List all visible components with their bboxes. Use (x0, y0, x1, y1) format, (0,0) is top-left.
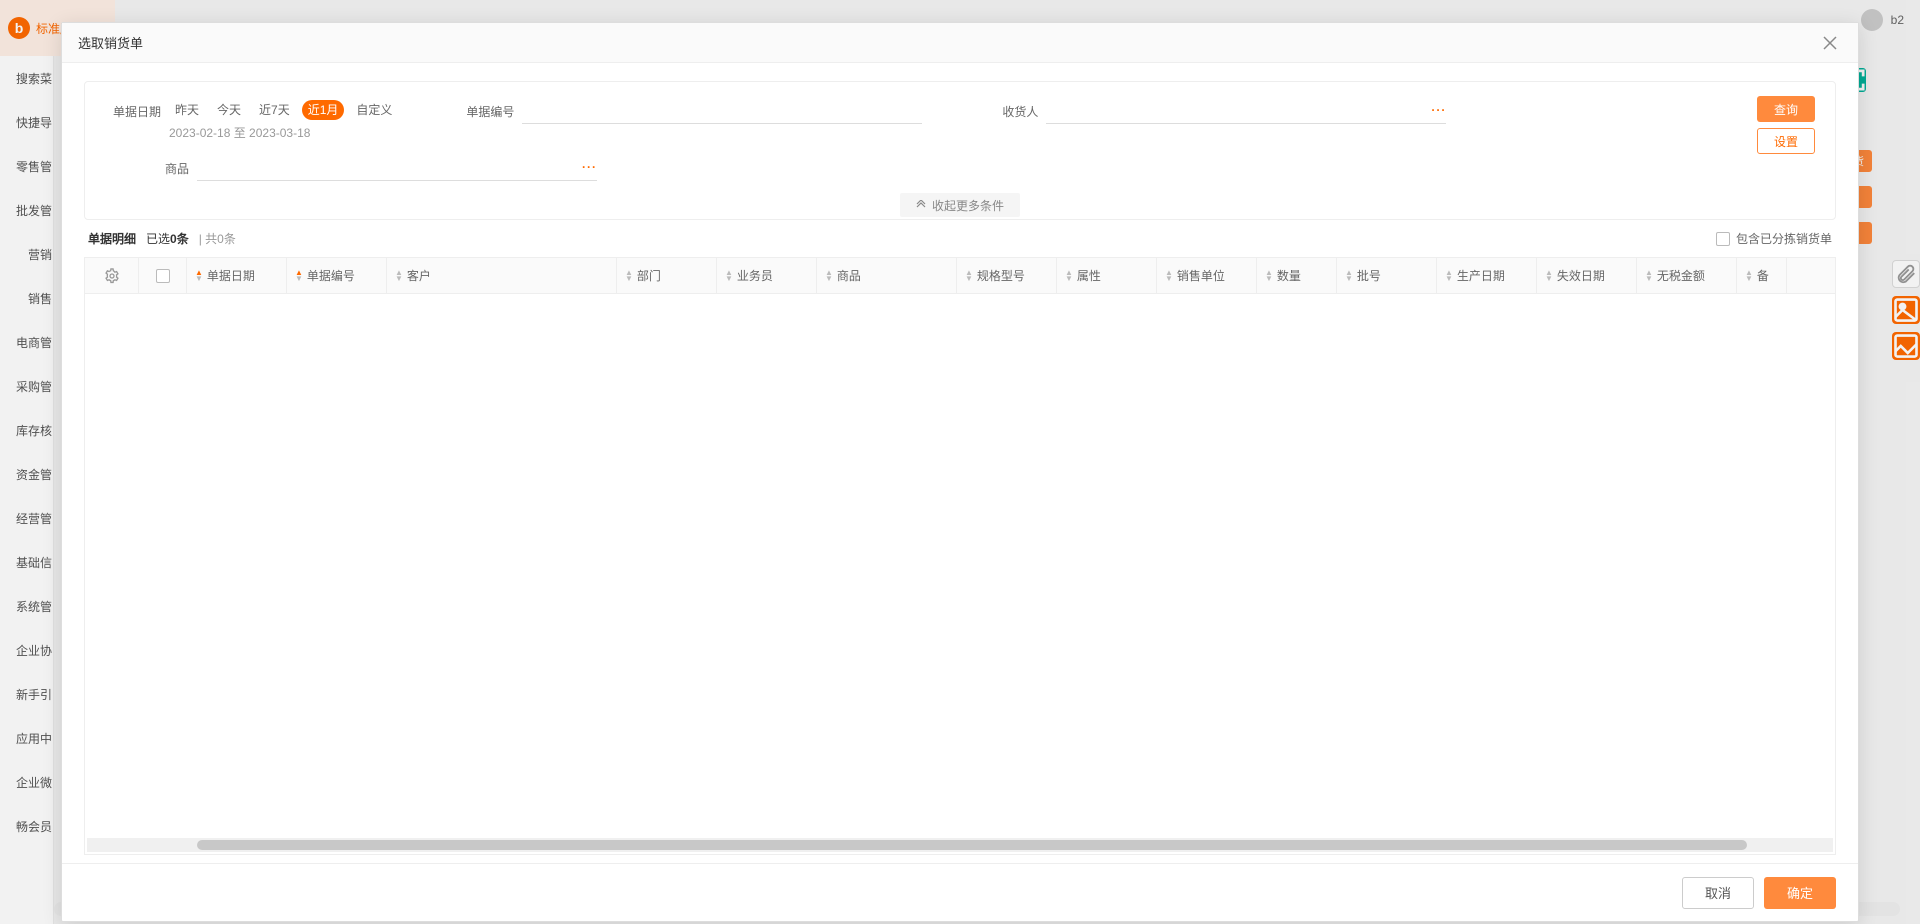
checkbox-icon (156, 269, 170, 283)
col-salesman[interactable]: ▲▼ 业务员 (717, 258, 817, 293)
close-icon (1823, 36, 1837, 50)
col-sales-unit[interactable]: ▲▼ 销售单位 (1157, 258, 1257, 293)
sort-icon: ▲▼ (1065, 270, 1073, 282)
close-button[interactable] (1818, 31, 1842, 55)
col-spec[interactable]: ▲▼ 规格型号 (957, 258, 1057, 293)
list-title: 单据明细 (88, 230, 136, 247)
scrollbar-thumb[interactable] (197, 840, 1747, 850)
gear-icon (104, 268, 120, 284)
table-header: ▲▼ 单据日期 ▲▼ 单据编号 ▲▼ 客户 ▲▼ 部门 (85, 258, 1835, 294)
filter-date-label: 单据日期 (105, 100, 161, 124)
include-dispatched-checkbox[interactable]: 包含已分拣销货单 (1716, 230, 1832, 247)
receiver-more-icon[interactable]: ··· (1431, 103, 1446, 117)
col-batch[interactable]: ▲▼ 批号 (1337, 258, 1437, 293)
docno-input[interactable] (522, 100, 922, 124)
receiver-input[interactable] (1046, 100, 1446, 124)
col-department[interactable]: ▲▼ 部门 (617, 258, 717, 293)
settings-button[interactable]: 设置 (1757, 128, 1815, 154)
filter-receiver: 收货人 ··· (982, 100, 1446, 124)
chip-last7[interactable]: 近7天 (253, 100, 296, 120)
cancel-button[interactable]: 取消 (1682, 877, 1754, 909)
confirm-button[interactable]: 确定 (1764, 877, 1836, 909)
sort-icon: ▲▼ (295, 270, 303, 282)
product-input[interactable] (197, 157, 597, 181)
col-prod-date[interactable]: ▲▼ 生产日期 (1437, 258, 1537, 293)
collapse-label: 收起更多条件 (932, 197, 1004, 214)
sort-icon: ▲▼ (1645, 270, 1653, 282)
col-remark[interactable]: ▲▼ 备 (1737, 258, 1787, 293)
sort-icon: ▲▼ (395, 270, 403, 282)
select-sales-order-modal: 选取销货单 单据日期 昨天 今天 近7天 近1月 (61, 22, 1859, 922)
chip-today[interactable]: 今天 (211, 100, 247, 120)
select-all-checkbox[interactable] (139, 258, 187, 293)
table-body-empty (85, 294, 1835, 834)
sort-icon: ▲▼ (825, 270, 833, 282)
list-header: 单据明细 已选0条 | 共0条 包含已分拣销货单 (84, 220, 1836, 257)
selected-count: 已选0条 (146, 230, 189, 247)
modal-footer: 取消 确定 (62, 863, 1858, 921)
filter-panel: 单据日期 昨天 今天 近7天 近1月 自定义 2023-02-18 至 2023… (84, 81, 1836, 220)
sort-icon: ▲▼ (1265, 270, 1273, 282)
sort-icon: ▲▼ (1165, 270, 1173, 282)
sort-icon: ▲▼ (1345, 270, 1353, 282)
modal-body: 单据日期 昨天 今天 近7天 近1月 自定义 2023-02-18 至 2023… (62, 63, 1858, 863)
filter-product: 商品 ··· (105, 157, 597, 181)
col-customer[interactable]: ▲▼ 客户 (387, 258, 617, 293)
horizontal-scrollbar[interactable] (87, 838, 1833, 852)
chevron-up-icon (916, 200, 926, 210)
include-dispatched-label: 包含已分拣销货单 (1736, 230, 1832, 247)
sort-icon: ▲▼ (725, 270, 733, 282)
filter-date: 单据日期 昨天 今天 近7天 近1月 自定义 2023-02-18 至 2023… (105, 100, 398, 141)
sort-icon: ▲▼ (1545, 270, 1553, 282)
product-more-icon[interactable]: ··· (582, 160, 597, 174)
checkbox-icon (1716, 232, 1730, 246)
sort-icon: ▲▼ (1445, 270, 1453, 282)
chip-last1month[interactable]: 近1月 (302, 100, 345, 120)
col-attribute[interactable]: ▲▼ 属性 (1057, 258, 1157, 293)
chip-yesterday[interactable]: 昨天 (169, 100, 205, 120)
total-count: | 共0条 (199, 230, 236, 247)
col-doc-no[interactable]: ▲▼ 单据编号 (287, 258, 387, 293)
date-range-display: 2023-02-18 至 2023-03-18 (169, 124, 398, 141)
sort-icon: ▲▼ (195, 270, 203, 282)
sort-icon: ▲▼ (625, 270, 633, 282)
filter-product-label: 商品 (105, 157, 189, 181)
col-doc-date[interactable]: ▲▼ 单据日期 (187, 258, 287, 293)
col-product[interactable]: ▲▼ 商品 (817, 258, 957, 293)
filter-receiver-label: 收货人 (982, 100, 1038, 124)
modal-title: 选取销货单 (78, 33, 143, 52)
filter-actions: 查询 设置 (1757, 96, 1815, 154)
chip-custom[interactable]: 自定义 (350, 100, 398, 120)
search-button[interactable]: 查询 (1757, 96, 1815, 122)
column-settings-button[interactable] (85, 258, 139, 293)
col-quantity[interactable]: ▲▼ 数量 (1257, 258, 1337, 293)
date-chips: 昨天 今天 近7天 近1月 自定义 (169, 100, 398, 120)
sort-icon: ▲▼ (965, 270, 973, 282)
sort-icon: ▲▼ (1745, 270, 1753, 282)
collapse-filters-button[interactable]: 收起更多条件 (900, 193, 1020, 217)
col-no-tax-amount[interactable]: ▲▼ 无税金额 (1637, 258, 1737, 293)
filter-docno-label: 单据编号 (458, 100, 514, 124)
modal-header: 选取销货单 (62, 23, 1858, 63)
filter-docno: 单据编号 (458, 100, 922, 124)
modal-overlay: 选取销货单 单据日期 昨天 今天 近7天 近1月 (0, 0, 1920, 924)
col-expiry-date[interactable]: ▲▼ 失效日期 (1537, 258, 1637, 293)
table: ▲▼ 单据日期 ▲▼ 单据编号 ▲▼ 客户 ▲▼ 部门 (84, 257, 1836, 855)
